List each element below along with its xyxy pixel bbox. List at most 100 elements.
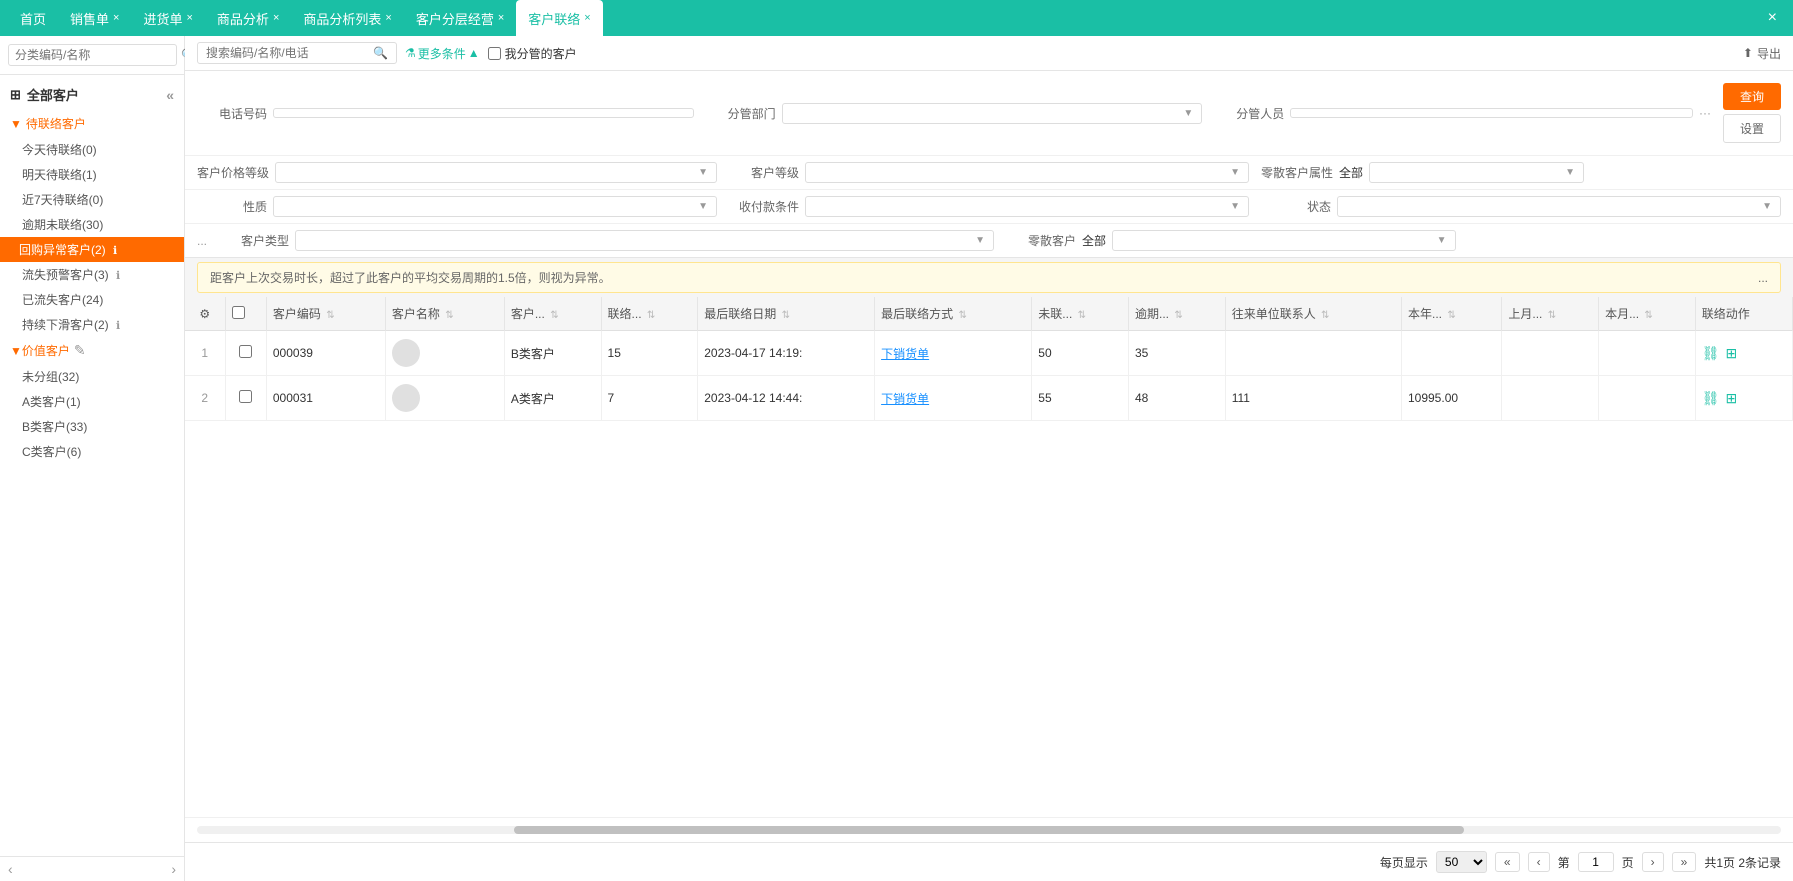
person-input[interactable] [1290, 108, 1693, 118]
nav-customer-contact-close[interactable]: × [584, 12, 590, 24]
main-search-icon[interactable]: 🔍 [373, 46, 388, 60]
my-customers-checkbox[interactable] [488, 47, 501, 60]
row1-checkbox[interactable] [239, 345, 252, 358]
sidebar-item-tomorrow[interactable]: 明天待联络(1) [0, 162, 184, 187]
sidebar-section-pending[interactable]: ▼ 待联络客户 [0, 110, 184, 137]
sidebar-search-bar: 🔍 [0, 36, 184, 75]
th-uncontacted[interactable]: 未联... ⇅ [1032, 297, 1129, 331]
dept-input[interactable]: ▼ [782, 103, 1203, 124]
status-input[interactable]: ▼ [1337, 196, 1781, 217]
action-grid-icon-1[interactable]: ⊞ [1726, 345, 1738, 362]
phone-input[interactable] [273, 108, 694, 118]
nav-purchase[interactable]: 进货单 × [131, 0, 204, 36]
th-current-month[interactable]: 本月... ⇅ [1599, 297, 1696, 331]
sidebar-item-declining[interactable]: 持续下滑客户(2) ℹ [0, 312, 184, 337]
sidebar-right-scroll[interactable]: › [171, 861, 176, 877]
td-name-1 [385, 331, 504, 376]
sidebar-item-class-b[interactable]: B类客户(33) [0, 414, 184, 439]
sort-code-icon: ⇅ [326, 310, 334, 321]
td-checkbox-1 [225, 331, 266, 376]
th-last-contact-method[interactable]: 最后联络方式 ⇅ [875, 297, 1032, 331]
row2-checkbox[interactable] [239, 390, 252, 403]
th-settings[interactable]: ⚙ [185, 297, 225, 331]
nav-purchase-close[interactable]: × [186, 12, 192, 24]
sidebar-all-customers[interactable]: ⊞ 全部客户 « [0, 79, 184, 110]
filter-dept: 分管部门 ▼ [706, 103, 1203, 124]
query-button[interactable]: 查询 [1723, 83, 1781, 110]
nav-product-analysis-close[interactable]: × [273, 12, 279, 24]
tooltip-bar: 距客户上次交易时长，超过了此客户的平均交易周期的1.5倍，则视为异常。 ... [197, 262, 1781, 293]
nav-sales-close[interactable]: × [113, 12, 119, 24]
nav-product-analysis[interactable]: 商品分析 × [205, 0, 291, 36]
th-current-year[interactable]: 本年... ⇅ [1401, 297, 1501, 331]
retail-customer-input[interactable]: ▼ [1112, 230, 1455, 251]
horizontal-scrollbar[interactable] [185, 817, 1793, 842]
customer-level-input[interactable]: ▼ [805, 162, 1249, 183]
sidebar-left-scroll[interactable]: ‹ [8, 861, 13, 877]
page-number-input[interactable] [1578, 852, 1614, 872]
nav-customer-tier-close[interactable]: × [498, 12, 504, 24]
sidebar-item-abnormal[interactable]: 回购异常客户(2) ℹ [0, 237, 184, 262]
edit-icon[interactable]: ✎ [74, 342, 86, 359]
nav-sales[interactable]: 销售单 × [58, 0, 131, 36]
select-all-checkbox[interactable] [232, 306, 245, 319]
table-header-row: ⚙ 客户编码 ⇅ 客户名称 ⇅ [185, 297, 1793, 331]
action-grid-icon-2[interactable]: ⊞ [1726, 390, 1738, 407]
retail-attr-input[interactable]: ▼ [1369, 162, 1584, 183]
th-customer-name[interactable]: 客户名称 ⇅ [385, 297, 504, 331]
window-close-button[interactable]: × [1760, 9, 1785, 27]
nav-home[interactable]: 首页 [8, 0, 58, 36]
main-search-input[interactable] [206, 46, 373, 60]
sidebar-search-input[interactable] [8, 44, 177, 66]
th-action: 联络动作 [1695, 297, 1792, 331]
export-button[interactable]: ⬆ 导出 [1743, 45, 1781, 62]
page-size-select[interactable]: 50 100 200 [1436, 851, 1487, 873]
gender-input[interactable]: ▼ [273, 196, 717, 217]
sidebar-collapse-btn[interactable]: « [166, 87, 174, 103]
table-row: 2 000031 A类客户 7 2023-04-12 14:44: 下销货单 [185, 376, 1793, 421]
sidebar-value-section[interactable]: ▼ 价值客户 ✎ [0, 337, 184, 364]
more-conditions-btn[interactable]: ⚗ 更多条件 ▲ [405, 45, 480, 62]
nav-customer-contact[interactable]: 客户联络 × [516, 0, 602, 36]
th-overdue[interactable]: 逾期... ⇅ [1128, 297, 1225, 331]
scroll-thumb[interactable] [514, 826, 1464, 834]
th-contact-count[interactable]: 联络... ⇅ [601, 297, 698, 331]
prev-page-btn[interactable]: ‹ [1528, 852, 1550, 872]
sidebar-item-overdue[interactable]: 逾期未联络(30) [0, 212, 184, 237]
nav-product-list[interactable]: 商品分析列表 × [291, 0, 403, 36]
next-page-btn[interactable]: › [1642, 852, 1664, 872]
retail-cust-chevron-icon: ▼ [1437, 235, 1447, 246]
settings-button[interactable]: 设置 [1723, 114, 1781, 143]
sidebar-item-churned[interactable]: 已流失客户(24) [0, 287, 184, 312]
th-contact-person[interactable]: 往来单位联系人 ⇅ [1225, 297, 1401, 331]
sidebar-item-today[interactable]: 今天待联络(0) [0, 137, 184, 162]
price-level-input[interactable]: ▼ [275, 162, 717, 183]
th-last-month[interactable]: 上月... ⇅ [1502, 297, 1599, 331]
th-checkbox[interactable] [225, 297, 266, 331]
sidebar-item-class-c[interactable]: C类客户(6) [0, 439, 184, 464]
first-page-btn[interactable]: « [1495, 852, 1520, 872]
customer-type-input[interactable]: ▼ [295, 230, 994, 251]
td-name-2 [385, 376, 504, 421]
cust-type-chevron-icon: ▼ [975, 235, 985, 246]
th-last-contact-date[interactable]: 最后联络日期 ⇅ [698, 297, 875, 331]
th-customer-code[interactable]: 客户编码 ⇅ [266, 297, 385, 331]
payment-input[interactable]: ▼ [805, 196, 1249, 217]
td-code-2: 000031 [266, 376, 385, 421]
row4-dots[interactable]: ... [197, 234, 207, 248]
method-link-1[interactable]: 下销货单 [881, 347, 929, 361]
person-dots-btn[interactable]: ··· [1699, 106, 1711, 120]
method-link-2[interactable]: 下销货单 [881, 392, 929, 406]
nav-product-list-close[interactable]: × [385, 12, 391, 24]
sidebar-item-7days[interactable]: 近7天待联络(0) [0, 187, 184, 212]
sidebar-item-churn-warning[interactable]: 流失预警客户(3) ℹ [0, 262, 184, 287]
action-link-icon-2[interactable]: ⛓ [1702, 390, 1720, 407]
sidebar-item-ungroup[interactable]: 未分组(32) [0, 364, 184, 389]
last-page-btn[interactable]: » [1672, 852, 1697, 872]
td-uncontacted-1: 50 [1032, 331, 1129, 376]
tooltip-dots[interactable]: ... [1758, 271, 1768, 285]
nav-customer-tier[interactable]: 客户分层经营 × [404, 0, 516, 36]
th-customer-type[interactable]: 客户... ⇅ [504, 297, 601, 331]
action-link-icon-1[interactable]: ⛓ [1702, 345, 1720, 362]
sidebar-item-class-a[interactable]: A类客户(1) [0, 389, 184, 414]
